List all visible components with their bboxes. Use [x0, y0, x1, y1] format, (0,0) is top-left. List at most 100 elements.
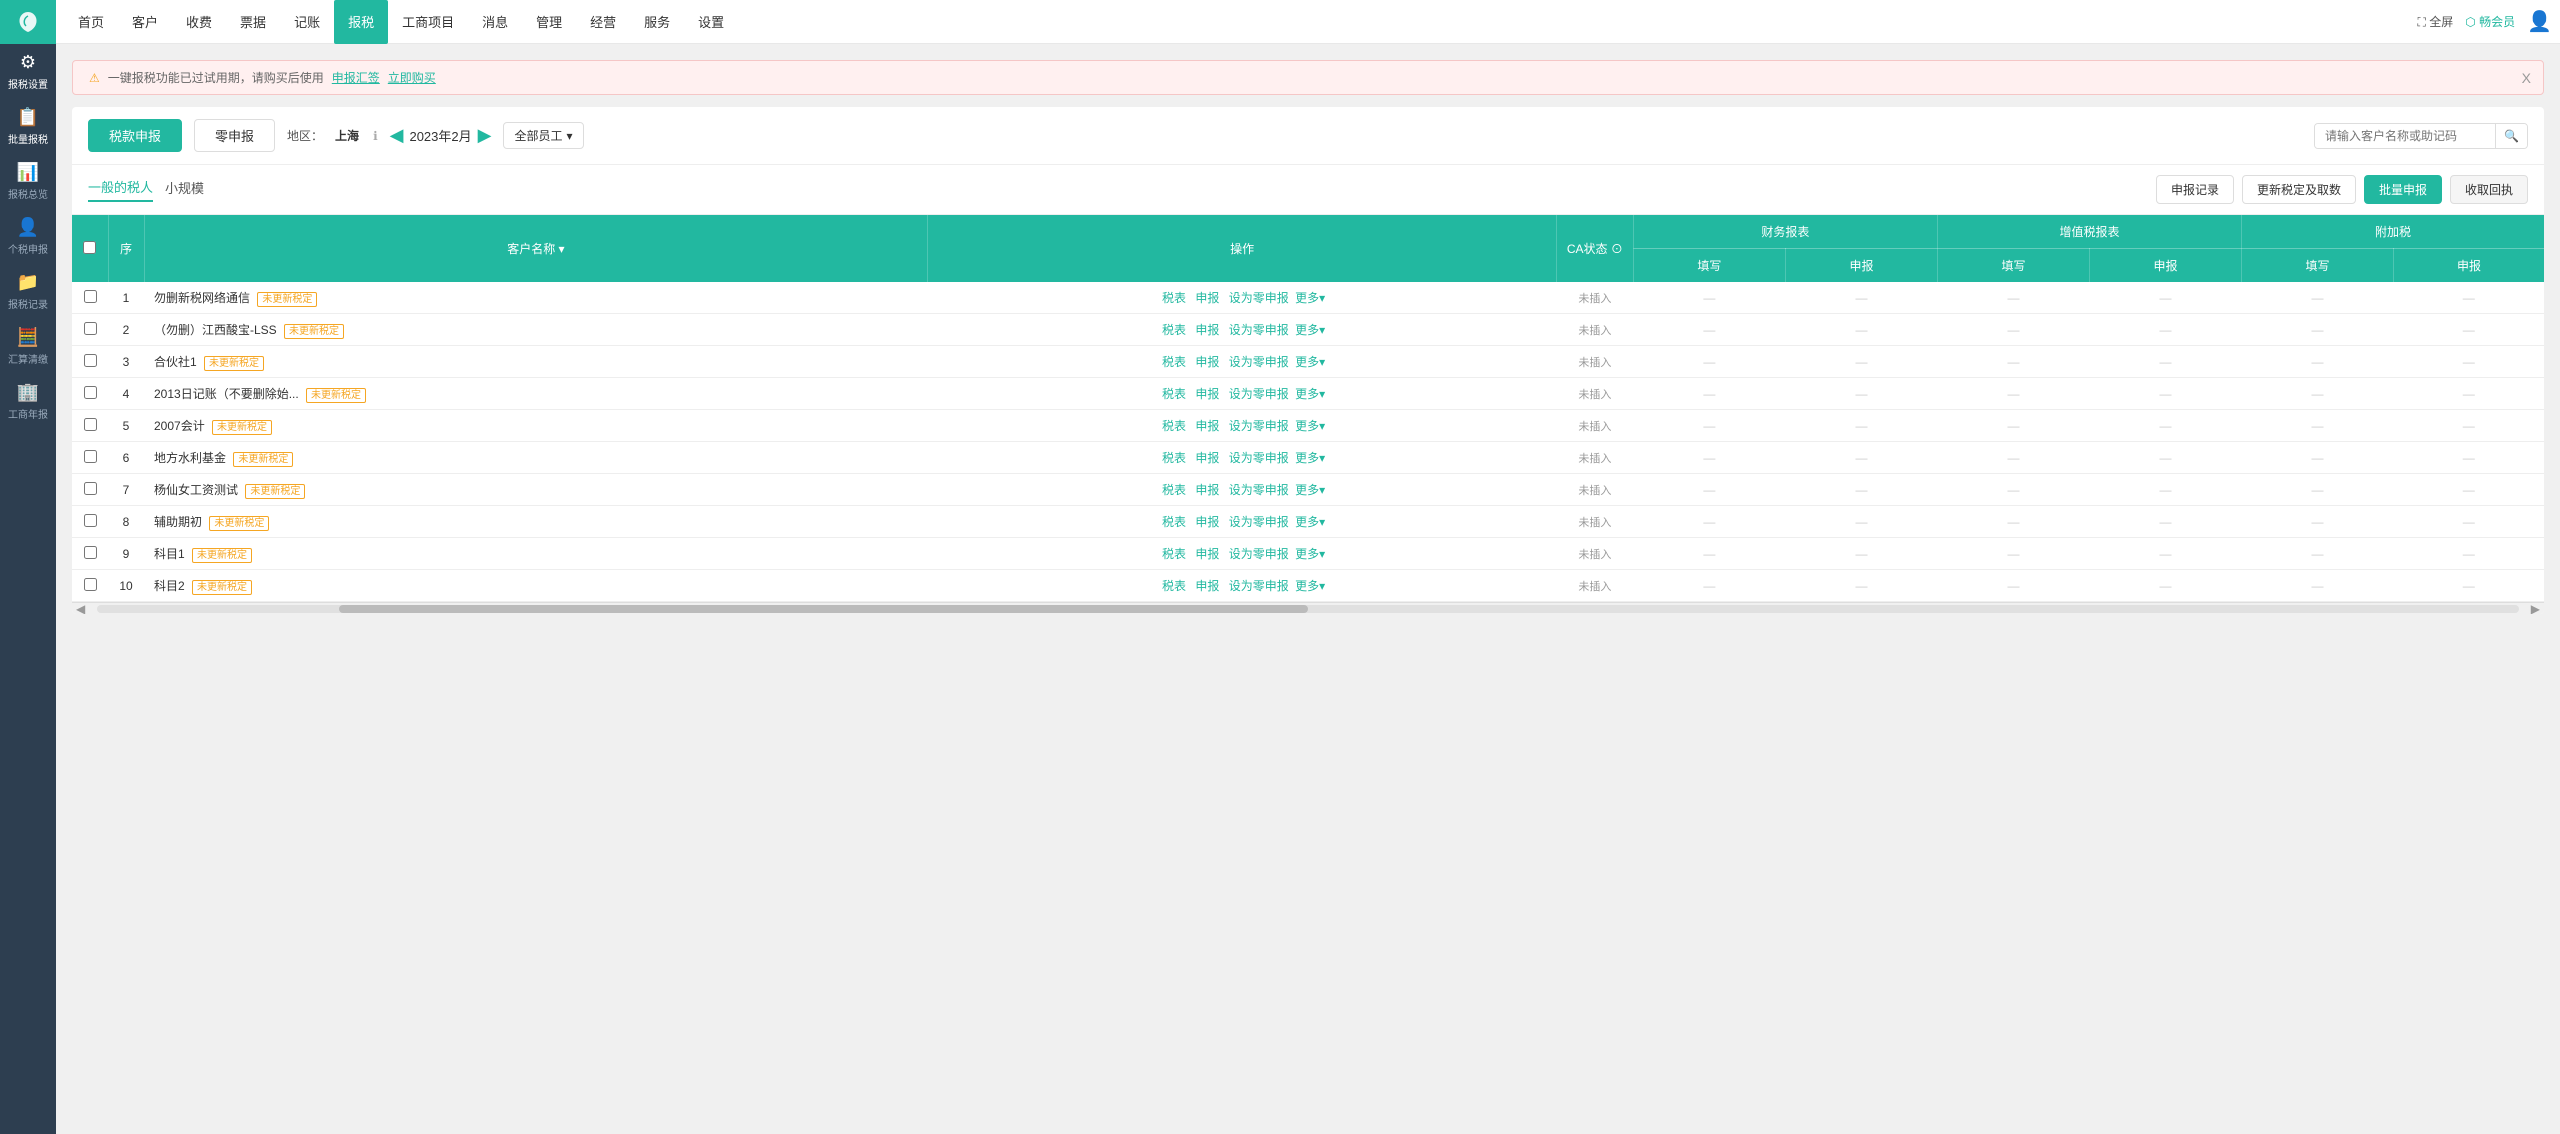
action-zero-declare[interactable]: 设为零申报 [1229, 355, 1289, 369]
nav-collection[interactable]: 收费 [172, 0, 226, 44]
sidebar-item-tax-records[interactable]: 📁 报税记录 [0, 264, 56, 319]
nav-customer[interactable]: 客户 [118, 0, 172, 44]
nav-management[interactable]: 管理 [522, 0, 576, 44]
row-checkbox[interactable] [84, 578, 97, 591]
ca-filter-icon[interactable]: ⊙ [1611, 242, 1623, 256]
tab-general-taxpayer[interactable]: 一般的税人 [88, 177, 153, 202]
tab-tax-declare[interactable]: 税款申报 [88, 119, 182, 152]
row-checkbox[interactable] [84, 290, 97, 303]
action-tax-table[interactable]: 税表 [1162, 291, 1186, 305]
action-more[interactable]: 更多▾ [1295, 547, 1325, 561]
withdraw-btn[interactable]: 收取回执 [2450, 175, 2528, 204]
search-button[interactable]: 🔍 [2495, 124, 2527, 148]
action-zero-declare[interactable]: 设为零申报 [1229, 419, 1289, 433]
nav-settings[interactable]: 设置 [684, 0, 738, 44]
notice-close[interactable]: X [2522, 70, 2531, 86]
nav-operation[interactable]: 经营 [576, 0, 630, 44]
action-tax-table[interactable]: 税表 [1162, 547, 1186, 561]
action-tax-table[interactable]: 税表 [1162, 483, 1186, 497]
action-zero-declare[interactable]: 设为零申报 [1229, 387, 1289, 401]
row-checkbox[interactable] [84, 386, 97, 399]
nav-accounting[interactable]: 记账 [280, 0, 334, 44]
row-checkbox[interactable] [84, 450, 97, 463]
member-btn[interactable]: ⬡ 畅会员 [2465, 13, 2515, 30]
sort-icon[interactable]: ▾ [559, 242, 565, 256]
prev-date-btn[interactable]: ◀ [390, 125, 404, 146]
action-declare[interactable]: 申报 [1195, 355, 1219, 369]
nav-business[interactable]: 工商项目 [388, 0, 468, 44]
action-more[interactable]: 更多▾ [1295, 387, 1325, 401]
action-zero-declare[interactable]: 设为零申报 [1229, 323, 1289, 337]
action-tax-table[interactable]: 税表 [1162, 419, 1186, 433]
batch-declare-btn[interactable]: 批量申报 [2364, 175, 2442, 204]
th-tax-fill: 填写 [1937, 249, 2089, 283]
row-checkbox[interactable] [84, 546, 97, 559]
action-declare[interactable]: 申报 [1195, 483, 1219, 497]
action-declare[interactable]: 申报 [1195, 451, 1219, 465]
action-declare[interactable]: 申报 [1195, 291, 1219, 305]
sidebar-item-tax-overview[interactable]: 📊 报税总览 [0, 154, 56, 209]
nav-message[interactable]: 消息 [468, 0, 522, 44]
tab-zero-declare[interactable]: 零申报 [194, 119, 275, 152]
action-declare[interactable]: 申报 [1195, 547, 1219, 561]
search-input[interactable] [2315, 124, 2495, 148]
scroll-right-icon[interactable]: ▶ [2527, 602, 2544, 615]
sidebar-item-batch-tax[interactable]: 📋 批量报税 [0, 99, 56, 154]
action-zero-declare[interactable]: 设为零申报 [1229, 579, 1289, 593]
row-checkbox[interactable] [84, 322, 97, 335]
action-more[interactable]: 更多▾ [1295, 483, 1325, 497]
nav-tax[interactable]: 报税 [334, 0, 388, 44]
tab-small-scale[interactable]: 小规模 [165, 178, 204, 201]
action-tax-table[interactable]: 税表 [1162, 355, 1186, 369]
action-more[interactable]: 更多▾ [1295, 451, 1325, 465]
action-more[interactable]: 更多▾ [1295, 515, 1325, 529]
next-date-btn[interactable]: ▶ [478, 125, 492, 146]
scrollbar-track[interactable] [97, 605, 2519, 613]
row-tax-fill: — [1937, 570, 2089, 602]
action-zero-declare[interactable]: 设为零申报 [1229, 483, 1289, 497]
action-zero-declare[interactable]: 设为零申报 [1229, 515, 1289, 529]
sidebar-item-personal-tax[interactable]: 👤 个税申报 [0, 209, 56, 264]
update-tax-btn[interactable]: 更新税定及取数 [2242, 175, 2356, 204]
info-icon[interactable]: ℹ [373, 129, 378, 143]
action-more[interactable]: 更多▾ [1295, 419, 1325, 433]
action-declare[interactable]: 申报 [1195, 323, 1219, 337]
scroll-left-icon[interactable]: ◀ [72, 602, 89, 615]
declare-records-btn[interactable]: 申报记录 [2156, 175, 2234, 204]
action-declare[interactable]: 申报 [1195, 579, 1219, 593]
sidebar-item-tax-settings[interactable]: ⚙ 报税设置 [0, 44, 56, 99]
action-zero-declare[interactable]: 设为零申报 [1229, 451, 1289, 465]
horizontal-scrollbar[interactable]: ◀ ▶ [72, 602, 2544, 614]
action-more[interactable]: 更多▾ [1295, 291, 1325, 305]
nav-invoice[interactable]: 票据 [226, 0, 280, 44]
notice-link-buy[interactable]: 立即购买 [388, 69, 436, 86]
fullscreen-btn[interactable]: ⛶ 全屏 [2418, 13, 2454, 30]
action-tax-table[interactable]: 税表 [1162, 515, 1186, 529]
action-tax-table[interactable]: 税表 [1162, 451, 1186, 465]
action-declare[interactable]: 申报 [1195, 387, 1219, 401]
row-checkbox[interactable] [84, 418, 97, 431]
action-zero-declare[interactable]: 设为零申报 [1229, 291, 1289, 305]
action-tax-table[interactable]: 税表 [1162, 579, 1186, 593]
nav-service[interactable]: 服务 [630, 0, 684, 44]
action-tax-table[interactable]: 税表 [1162, 323, 1186, 337]
action-declare[interactable]: 申报 [1195, 419, 1219, 433]
dept-select[interactable]: 全部员工 ▾ [503, 122, 583, 149]
row-checkbox[interactable] [84, 482, 97, 495]
notice-link-report[interactable]: 申报汇签 [332, 69, 380, 86]
nav-home[interactable]: 首页 [64, 0, 118, 44]
action-declare[interactable]: 申报 [1195, 515, 1219, 529]
select-all-checkbox[interactable] [83, 241, 96, 254]
sidebar-item-calc-clear[interactable]: 🧮 汇算清缴 [0, 319, 56, 374]
action-zero-declare[interactable]: 设为零申报 [1229, 547, 1289, 561]
row-checkbox[interactable] [84, 514, 97, 527]
action-more[interactable]: 更多▾ [1295, 355, 1325, 369]
business-icon: 🏢 [17, 382, 39, 403]
action-more[interactable]: 更多▾ [1295, 579, 1325, 593]
row-checkbox[interactable] [84, 354, 97, 367]
scrollbar-thumb[interactable] [339, 605, 1308, 613]
action-more[interactable]: 更多▾ [1295, 323, 1325, 337]
sidebar-item-business-report[interactable]: 🏢 工商年报 [0, 374, 56, 429]
avatar[interactable]: 👤 [2527, 9, 2552, 34]
action-tax-table[interactable]: 税表 [1162, 387, 1186, 401]
